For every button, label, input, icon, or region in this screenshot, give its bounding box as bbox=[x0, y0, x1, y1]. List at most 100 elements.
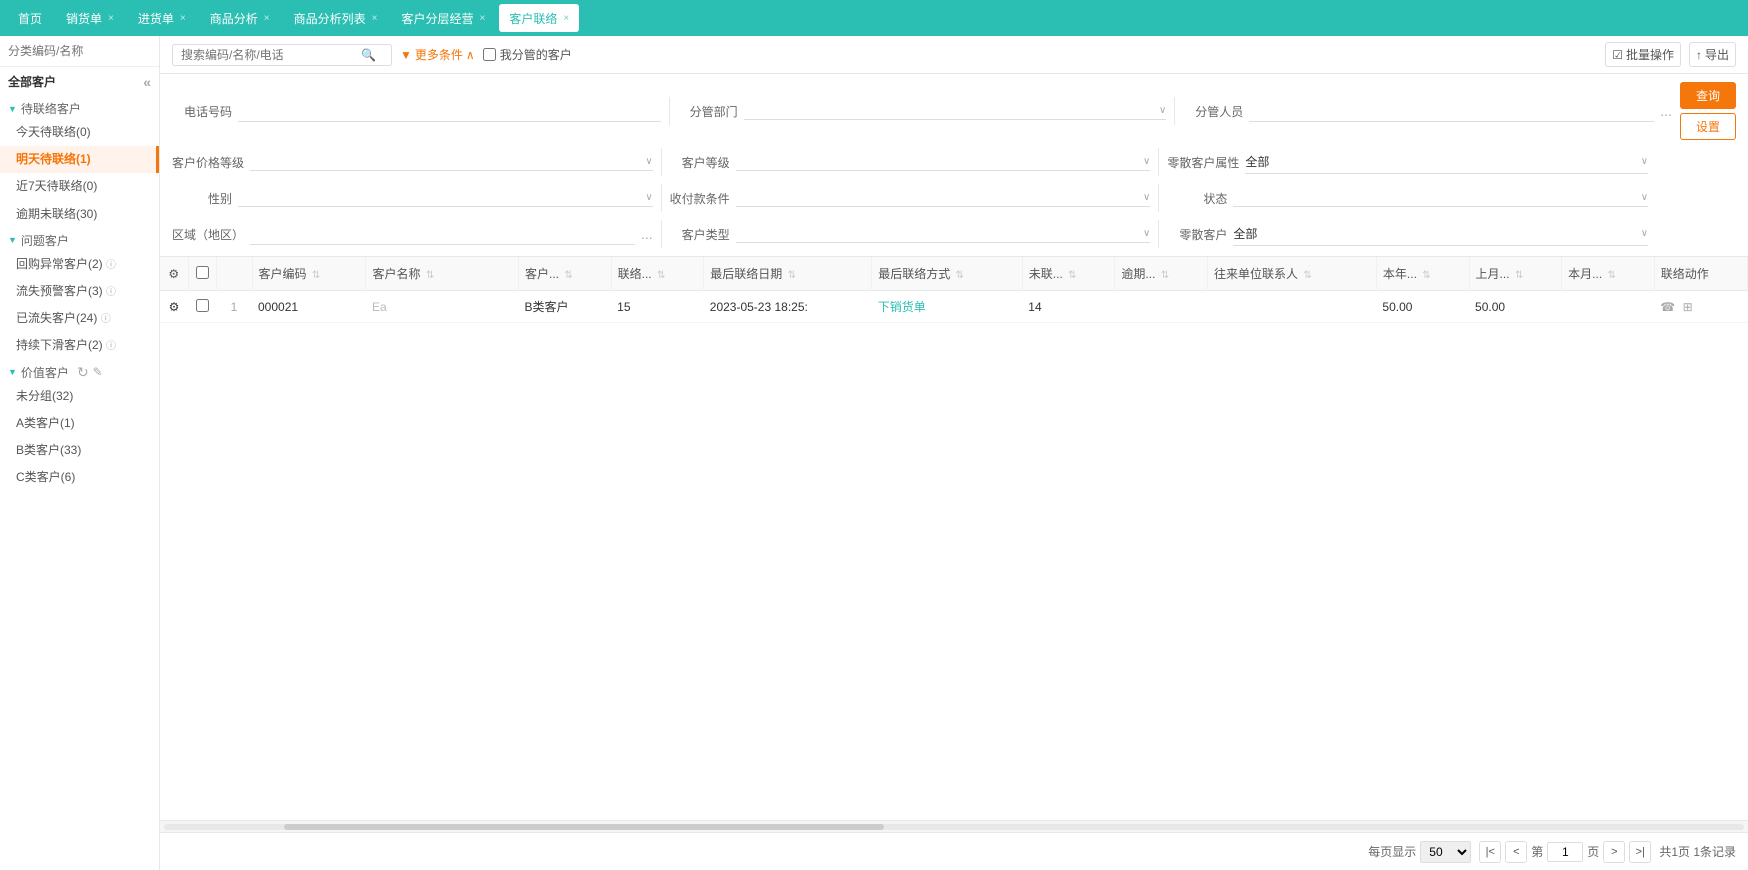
row-last-contact-method[interactable]: 下销货单 bbox=[872, 291, 1023, 323]
nav-purchase-order[interactable]: 进货单 × bbox=[128, 4, 196, 32]
filter-row-1: 电话号码 分管部门 ∨ 分管人员 ... 查询 bbox=[172, 82, 1736, 140]
grid-icon[interactable]: ⊞ bbox=[1683, 300, 1693, 314]
row-action[interactable]: ☎ ⊞ bbox=[1654, 291, 1747, 323]
th-last-contact-method[interactable]: 最后联络方式 ⇅ bbox=[872, 257, 1023, 291]
payment-select[interactable]: ∨ bbox=[736, 189, 1151, 207]
nav-sales-order[interactable]: 销货单 × bbox=[56, 4, 124, 32]
sidebar-item-abnormal[interactable]: 回购异常客户(2) ⓘ bbox=[0, 251, 159, 278]
row-name: Ea bbox=[366, 291, 519, 323]
th-customer-type[interactable]: 客户... ⇅ bbox=[519, 257, 612, 291]
th-customer-name[interactable]: 客户名称 ⇅ bbox=[366, 257, 519, 291]
more-icon[interactable]: ... bbox=[1660, 103, 1672, 119]
customer-grade-select[interactable]: ∨ bbox=[736, 153, 1151, 171]
customer-type-select[interactable]: ∨ bbox=[736, 225, 1151, 243]
th-this-year[interactable]: 本年... ⇅ bbox=[1376, 257, 1469, 291]
sidebar-item-declining[interactable]: 持续下滑客户(2) ⓘ bbox=[0, 332, 159, 359]
edit-icon[interactable]: ✎ bbox=[93, 365, 103, 379]
filter-bar-actions: ☑ 批量操作 ↑ 导出 bbox=[1605, 42, 1736, 67]
manager-input[interactable] bbox=[1249, 101, 1654, 122]
export-button[interactable]: ↑ 导出 bbox=[1689, 42, 1736, 67]
collapse-icon[interactable]: « bbox=[143, 74, 151, 90]
th-last-contact-date[interactable]: 最后联络日期 ⇅ bbox=[704, 257, 872, 291]
gender-select[interactable]: ∨ bbox=[238, 189, 653, 207]
my-customers-checkbox[interactable]: 我分管的客户 bbox=[483, 46, 572, 63]
query-button[interactable]: 查询 bbox=[1680, 82, 1736, 109]
prev-page-btn[interactable]: < bbox=[1505, 841, 1527, 863]
sidebar-item-today[interactable]: 今天待联络(0) bbox=[0, 119, 159, 146]
nav-product-analysis-list[interactable]: 商品分析列表 × bbox=[284, 4, 388, 32]
all-customers-header[interactable]: 全部客户 « bbox=[0, 67, 159, 96]
filter-manager: 分管人员 ... bbox=[1183, 101, 1672, 122]
row-checkbox[interactable] bbox=[188, 291, 216, 323]
nav-customer-contact[interactable]: 客户联络 × bbox=[499, 4, 579, 32]
search-input[interactable] bbox=[181, 48, 361, 62]
sidebar-item-churned[interactable]: 已流失客户(24) ⓘ bbox=[0, 305, 159, 332]
phone-icon[interactable]: ☎ bbox=[1660, 300, 1675, 314]
sidebar-item-ungrouped[interactable]: 未分组(32) bbox=[0, 383, 159, 410]
sidebar-item-tomorrow[interactable]: 明天待联络(1) bbox=[0, 146, 159, 173]
refresh-icon[interactable]: ↻ bbox=[77, 364, 89, 381]
sidebar-item-class-b[interactable]: B类客户(33) bbox=[0, 437, 159, 464]
filter-row-4: 区域（地区） ... 客户类型 ∨ 零散客户 全部∨ bbox=[172, 220, 1736, 248]
sidebar-search-input[interactable] bbox=[8, 44, 160, 58]
nav-customer-segmentation[interactable]: 客户分层经营 × bbox=[391, 4, 495, 32]
next-page-btn[interactable]: > bbox=[1603, 841, 1625, 863]
th-overdue[interactable]: 逾期... ⇅ bbox=[1115, 257, 1208, 291]
filter-payment: 收付款条件 ∨ bbox=[670, 189, 1151, 207]
customer-level-select[interactable]: ∨ bbox=[250, 153, 653, 171]
batch-op-button[interactable]: ☑ 批量操作 bbox=[1605, 42, 1681, 67]
region-input[interactable] bbox=[250, 224, 635, 245]
nav-product-analysis[interactable]: 商品分析 × bbox=[200, 4, 280, 32]
search-icon[interactable]: 🔍 bbox=[361, 48, 376, 62]
filter-retail-customer: 零散客户 全部∨ bbox=[1167, 222, 1648, 246]
nav-close-icon[interactable]: × bbox=[372, 13, 378, 24]
select-all-checkbox[interactable] bbox=[196, 266, 209, 279]
per-page-select[interactable]: 50 20 100 bbox=[1420, 841, 1471, 863]
search-box: 🔍 bbox=[172, 44, 392, 66]
th-last-month[interactable]: 上月... ⇅ bbox=[1469, 257, 1562, 291]
chevron-up-icon: ∧ bbox=[466, 48, 475, 62]
th-checkbox[interactable] bbox=[188, 257, 216, 291]
th-this-month[interactable]: 本月... ⇅ bbox=[1562, 257, 1655, 291]
th-unreached[interactable]: 未联... ⇅ bbox=[1022, 257, 1115, 291]
content-area: 🔍 ▼ 更多条件 ∧ 我分管的客户 ☑ 批量操作 ↑ 导出 bbox=[160, 36, 1748, 870]
nav-close-icon[interactable]: × bbox=[479, 13, 485, 24]
more-icon[interactable]: ... bbox=[641, 226, 653, 242]
row-select-checkbox[interactable] bbox=[196, 299, 209, 312]
row-gear[interactable]: ⚙ bbox=[160, 291, 188, 323]
retail-attr-select[interactable]: 全部∨ bbox=[1245, 150, 1648, 174]
info-icon: ⓘ bbox=[106, 287, 116, 298]
pagination: |< < 第 页 > >| bbox=[1479, 841, 1651, 863]
sidebar-pending-group: ▼ 待联络客户 bbox=[0, 96, 159, 119]
nav-close-icon[interactable]: × bbox=[264, 13, 270, 24]
first-page-btn[interactable]: |< bbox=[1479, 841, 1501, 863]
my-customers-check[interactable] bbox=[483, 48, 496, 61]
filter-customer-level: 客户价格等级 ∨ bbox=[172, 153, 653, 171]
sidebar-item-class-a[interactable]: A类客户(1) bbox=[0, 410, 159, 437]
status-select[interactable]: ∨ bbox=[1233, 189, 1648, 207]
th-unit-contact[interactable]: 往来单位联系人 ⇅ bbox=[1208, 257, 1377, 291]
sidebar-item-churn-warning[interactable]: 流失预警客户(3) ⓘ bbox=[0, 278, 159, 305]
nav-close-icon[interactable]: × bbox=[180, 13, 186, 24]
retail-customer-select[interactable]: 全部∨ bbox=[1233, 222, 1648, 246]
th-gear[interactable]: ⚙ bbox=[160, 257, 188, 291]
th-customer-code[interactable]: 客户编码 ⇅ bbox=[252, 257, 366, 291]
last-page-btn[interactable]: >| bbox=[1629, 841, 1651, 863]
horizontal-scrollbar[interactable] bbox=[160, 820, 1748, 832]
nav-close-icon[interactable]: × bbox=[108, 13, 114, 24]
phone-input[interactable] bbox=[238, 101, 661, 122]
row-this-year: 50.00 bbox=[1376, 291, 1469, 323]
page-number-input[interactable] bbox=[1547, 842, 1583, 862]
sidebar-item-overdue[interactable]: 逾期未联络(30) bbox=[0, 201, 159, 228]
sidebar-search-box: 🔍 bbox=[0, 36, 159, 67]
dept-select[interactable]: ∨ bbox=[744, 102, 1167, 120]
sidebar-item-class-c[interactable]: C类客户(6) bbox=[0, 464, 159, 491]
settings-button[interactable]: 设置 bbox=[1680, 113, 1736, 140]
more-conditions-btn[interactable]: ▼ 更多条件 ∧ bbox=[400, 46, 475, 63]
th-contact-count[interactable]: 联络... ⇅ bbox=[611, 257, 704, 291]
nav-home[interactable]: 首页 bbox=[8, 4, 52, 32]
sidebar-item-7days[interactable]: 近7天待联络(0) bbox=[0, 173, 159, 200]
filter-bar: 🔍 ▼ 更多条件 ∧ 我分管的客户 ☑ 批量操作 ↑ 导出 bbox=[160, 36, 1748, 74]
nav-close-icon[interactable]: × bbox=[563, 13, 569, 24]
row-last-contact-date: 2023-05-23 18:25: bbox=[704, 291, 872, 323]
